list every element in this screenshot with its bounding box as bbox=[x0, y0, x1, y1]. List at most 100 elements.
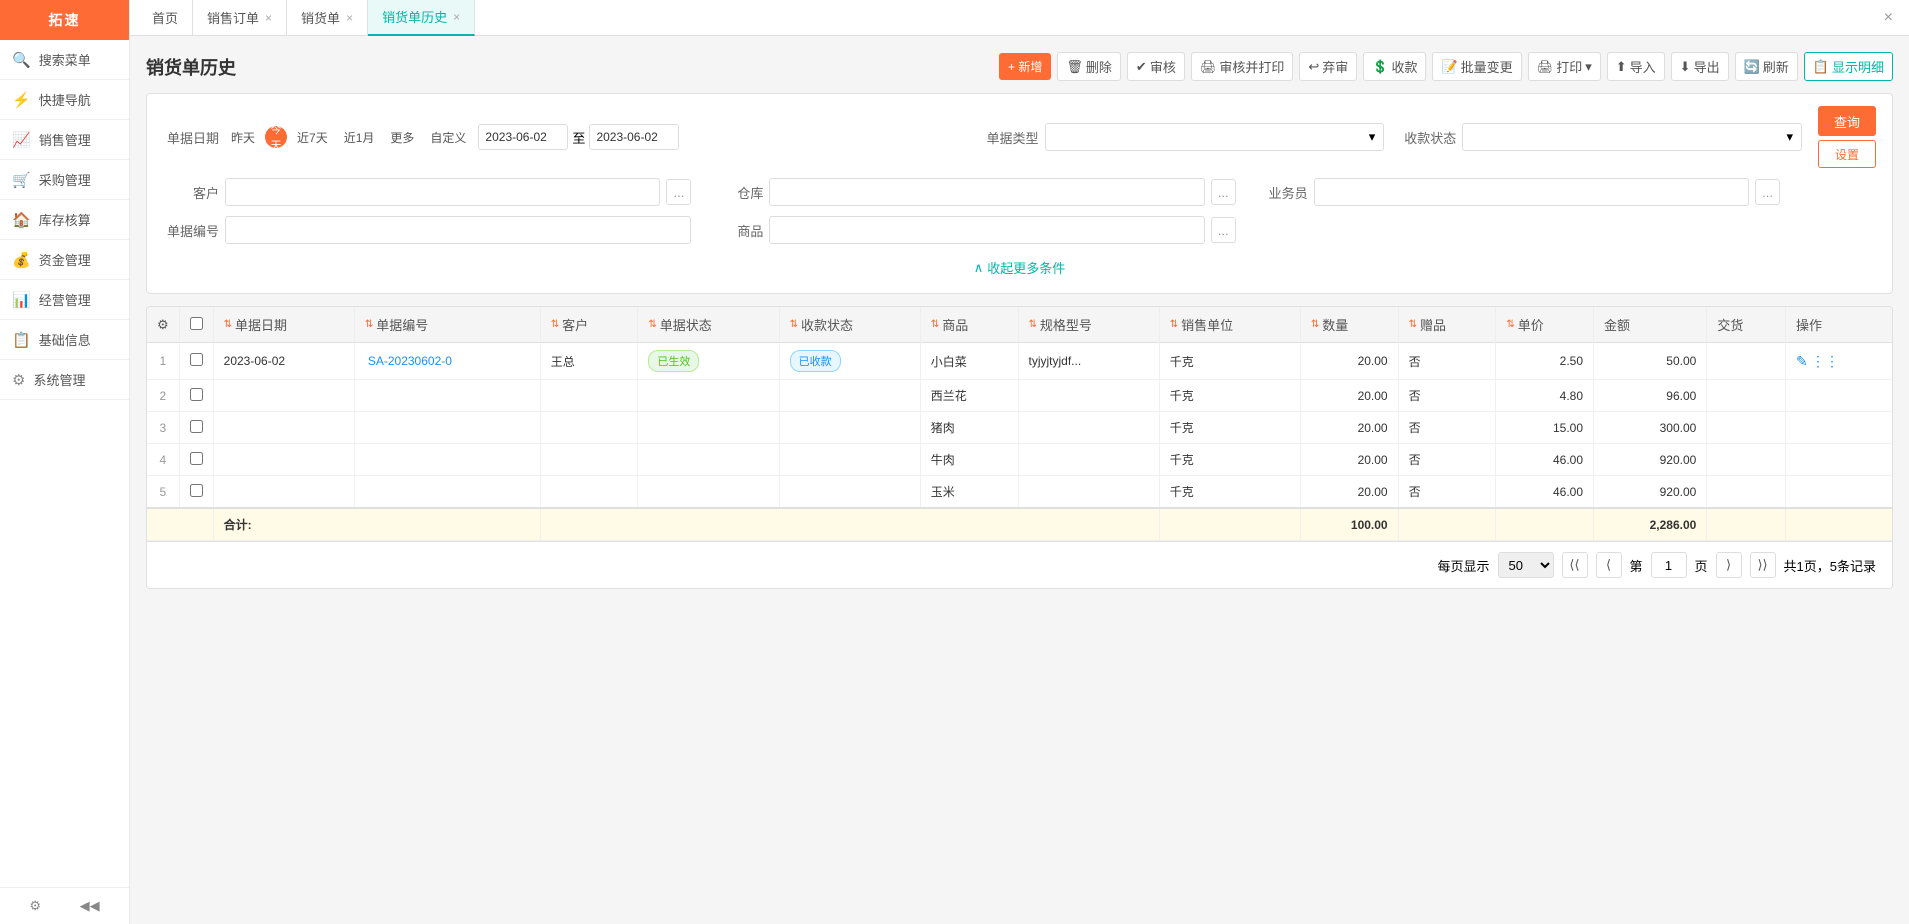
row-checkbox-2[interactable] bbox=[179, 380, 213, 412]
date-from-input[interactable] bbox=[478, 124, 568, 150]
goods-picker-button[interactable]: ... bbox=[1211, 217, 1236, 243]
salesperson-input[interactable] bbox=[1314, 178, 1749, 206]
date-to-input[interactable] bbox=[589, 124, 679, 150]
tab-sales-goods-close[interactable]: × bbox=[346, 11, 353, 25]
th-quantity[interactable]: ⇅ 数量 bbox=[1300, 307, 1398, 343]
doc-no-input[interactable] bbox=[225, 216, 691, 244]
row-delivery-3 bbox=[1707, 412, 1786, 444]
customer-picker-button[interactable]: ... bbox=[666, 179, 691, 205]
row-unit-3: 千克 bbox=[1159, 412, 1300, 444]
date-range-options: 昨天 今天 近7天 近1月 更多 自定义 bbox=[225, 126, 472, 148]
th-customer[interactable]: ⇅ 客户 bbox=[540, 307, 638, 343]
date-more[interactable]: 更多 bbox=[384, 127, 420, 148]
customer-input[interactable] bbox=[225, 178, 660, 206]
sidebar-item-system-mgmt[interactable]: ⚙ 系统管理 bbox=[0, 360, 129, 400]
review-print-button[interactable]: 🖨 审核并打印 bbox=[1191, 52, 1294, 81]
edit-icon-1[interactable]: ✎ bbox=[1796, 353, 1808, 369]
row-checkbox-4[interactable] bbox=[179, 444, 213, 476]
row-customer-1: 王总 bbox=[540, 343, 638, 380]
date-today[interactable]: 今天 bbox=[265, 126, 287, 148]
operation-icon: 📊 bbox=[12, 291, 31, 309]
review-button[interactable]: ✔ 审核 bbox=[1127, 52, 1185, 81]
th-spec[interactable]: ⇅ 规格型号 bbox=[1018, 307, 1159, 343]
close-all-tabs-button[interactable]: × bbox=[1876, 9, 1901, 27]
row-checkbox-5[interactable] bbox=[179, 476, 213, 509]
date-custom[interactable]: 自定义 bbox=[424, 127, 472, 148]
row-gift-3: 否 bbox=[1398, 412, 1496, 444]
last-page-button[interactable]: ⟩⟩ bbox=[1750, 552, 1776, 578]
print-button[interactable]: 🖨 打印 ▾ bbox=[1528, 52, 1601, 81]
row-payment-status-4 bbox=[779, 444, 920, 476]
row-num-2: 2 bbox=[147, 380, 179, 412]
row-action-2 bbox=[1785, 380, 1892, 412]
prev-page-button[interactable]: ⟨ bbox=[1596, 552, 1622, 578]
row-doc-no-1[interactable]: SA-20230602-0 bbox=[354, 343, 540, 380]
sidebar-item-finance[interactable]: 💰 资金管理 bbox=[0, 240, 129, 280]
salesperson-picker-button[interactable]: ... bbox=[1755, 179, 1780, 205]
row-checkbox-1[interactable] bbox=[179, 343, 213, 380]
sidebar-collapse-icon[interactable]: ◀◀ bbox=[80, 898, 100, 914]
row-num-3: 3 bbox=[147, 412, 179, 444]
sidebar-item-basic-info[interactable]: 📋 基础信息 bbox=[0, 320, 129, 360]
tab-sales-history-close[interactable]: × bbox=[453, 10, 460, 24]
page-size-select[interactable]: 50 100 200 bbox=[1498, 552, 1554, 578]
settings-button[interactable]: 设置 bbox=[1818, 140, 1876, 168]
warehouse-picker-button[interactable]: ... bbox=[1211, 179, 1236, 205]
warehouse-input[interactable] bbox=[769, 178, 1204, 206]
sidebar-item-operation[interactable]: 📊 经营管理 bbox=[0, 280, 129, 320]
next-page-button[interactable]: ⟩ bbox=[1716, 552, 1742, 578]
row-action-1[interactable]: ✎ ⋮⋮ bbox=[1785, 343, 1892, 380]
batch-change-button[interactable]: 📝 批量变更 bbox=[1432, 52, 1521, 81]
abandon-button[interactable]: ↩ 弃审 bbox=[1299, 52, 1357, 81]
select-all-checkbox[interactable] bbox=[190, 317, 203, 330]
sidebar-item-search-menu[interactable]: 🔍 搜索菜单 bbox=[0, 40, 129, 80]
sidebar-settings-icon[interactable]: ⚙ bbox=[29, 898, 41, 914]
th-doc-status[interactable]: ⇅ 单据状态 bbox=[638, 307, 779, 343]
export-button[interactable]: ⬇ 导出 bbox=[1671, 52, 1729, 81]
import-button[interactable]: ⬆ 导入 bbox=[1607, 52, 1665, 81]
query-button[interactable]: 查询 bbox=[1818, 106, 1876, 136]
th-unit-price[interactable]: ⇅ 单价 bbox=[1496, 307, 1594, 343]
delete-button[interactable]: 🗑 删除 bbox=[1057, 52, 1121, 81]
row-num-1: 1 bbox=[147, 343, 179, 380]
th-settings[interactable]: ⚙ bbox=[147, 307, 179, 343]
payment-status-select[interactable]: ▾ bbox=[1462, 123, 1802, 151]
goods-input[interactable] bbox=[769, 216, 1204, 244]
row-amount-1: 50.00 bbox=[1594, 343, 1707, 380]
tab-sales-order[interactable]: 销售订单 × bbox=[193, 0, 287, 36]
collect-button[interactable]: 💲 收款 bbox=[1363, 52, 1426, 81]
page-number-input[interactable] bbox=[1651, 552, 1687, 578]
refresh-button[interactable]: 🔄 刷新 bbox=[1735, 52, 1798, 81]
th-doc-date[interactable]: ⇅ 单据日期 bbox=[213, 307, 354, 343]
doc-type-select[interactable]: ▾ bbox=[1045, 123, 1385, 151]
row-checkbox-3[interactable] bbox=[179, 412, 213, 444]
th-payment-status[interactable]: ⇅ 收款状态 bbox=[779, 307, 920, 343]
th-goods[interactable]: ⇅ 商品 bbox=[920, 307, 1018, 343]
tab-sales-order-close[interactable]: × bbox=[265, 11, 272, 25]
row-unit-1: 千克 bbox=[1159, 343, 1300, 380]
new-button[interactable]: + 新增 bbox=[999, 53, 1051, 80]
show-detail-button[interactable]: 📋 显示明细 bbox=[1804, 52, 1893, 81]
sidebar-item-inventory[interactable]: 🏠 库存核算 bbox=[0, 200, 129, 240]
doc-type-chevron: ▾ bbox=[1369, 129, 1376, 145]
sidebar-item-sales-mgmt[interactable]: 📈 销售管理 bbox=[0, 120, 129, 160]
date-yesterday[interactable]: 昨天 bbox=[225, 127, 261, 148]
th-unit[interactable]: ⇅ 销售单位 bbox=[1159, 307, 1300, 343]
date-7days[interactable]: 近7天 bbox=[291, 127, 334, 148]
table-row: 5 玉米 千克 20.00 否 46.00 920.00 bbox=[147, 476, 1892, 509]
system-mgmt-icon: ⚙ bbox=[12, 371, 25, 389]
row-doc-no-4 bbox=[354, 444, 540, 476]
date-1month[interactable]: 近1月 bbox=[338, 127, 381, 148]
th-gift[interactable]: ⇅ 赠品 bbox=[1398, 307, 1496, 343]
th-doc-no[interactable]: ⇅ 单据编号 bbox=[354, 307, 540, 343]
tab-sales-goods[interactable]: 销货单 × bbox=[287, 0, 368, 36]
tab-home[interactable]: 首页 bbox=[138, 0, 193, 36]
th-checkbox[interactable] bbox=[179, 307, 213, 343]
tab-sales-history[interactable]: 销货单历史 × bbox=[368, 0, 475, 36]
collapse-button[interactable]: ∧ 收起更多条件 bbox=[970, 254, 1070, 281]
doc-status-sort-icon: ⇅ bbox=[648, 319, 656, 330]
more-icon-1[interactable]: ⋮⋮ bbox=[1811, 353, 1839, 369]
sidebar-item-quick-nav[interactable]: ⚡ 快捷导航 bbox=[0, 80, 129, 120]
sidebar-item-purchase-mgmt[interactable]: 🛒 采购管理 bbox=[0, 160, 129, 200]
first-page-button[interactable]: ⟨⟨ bbox=[1562, 552, 1588, 578]
